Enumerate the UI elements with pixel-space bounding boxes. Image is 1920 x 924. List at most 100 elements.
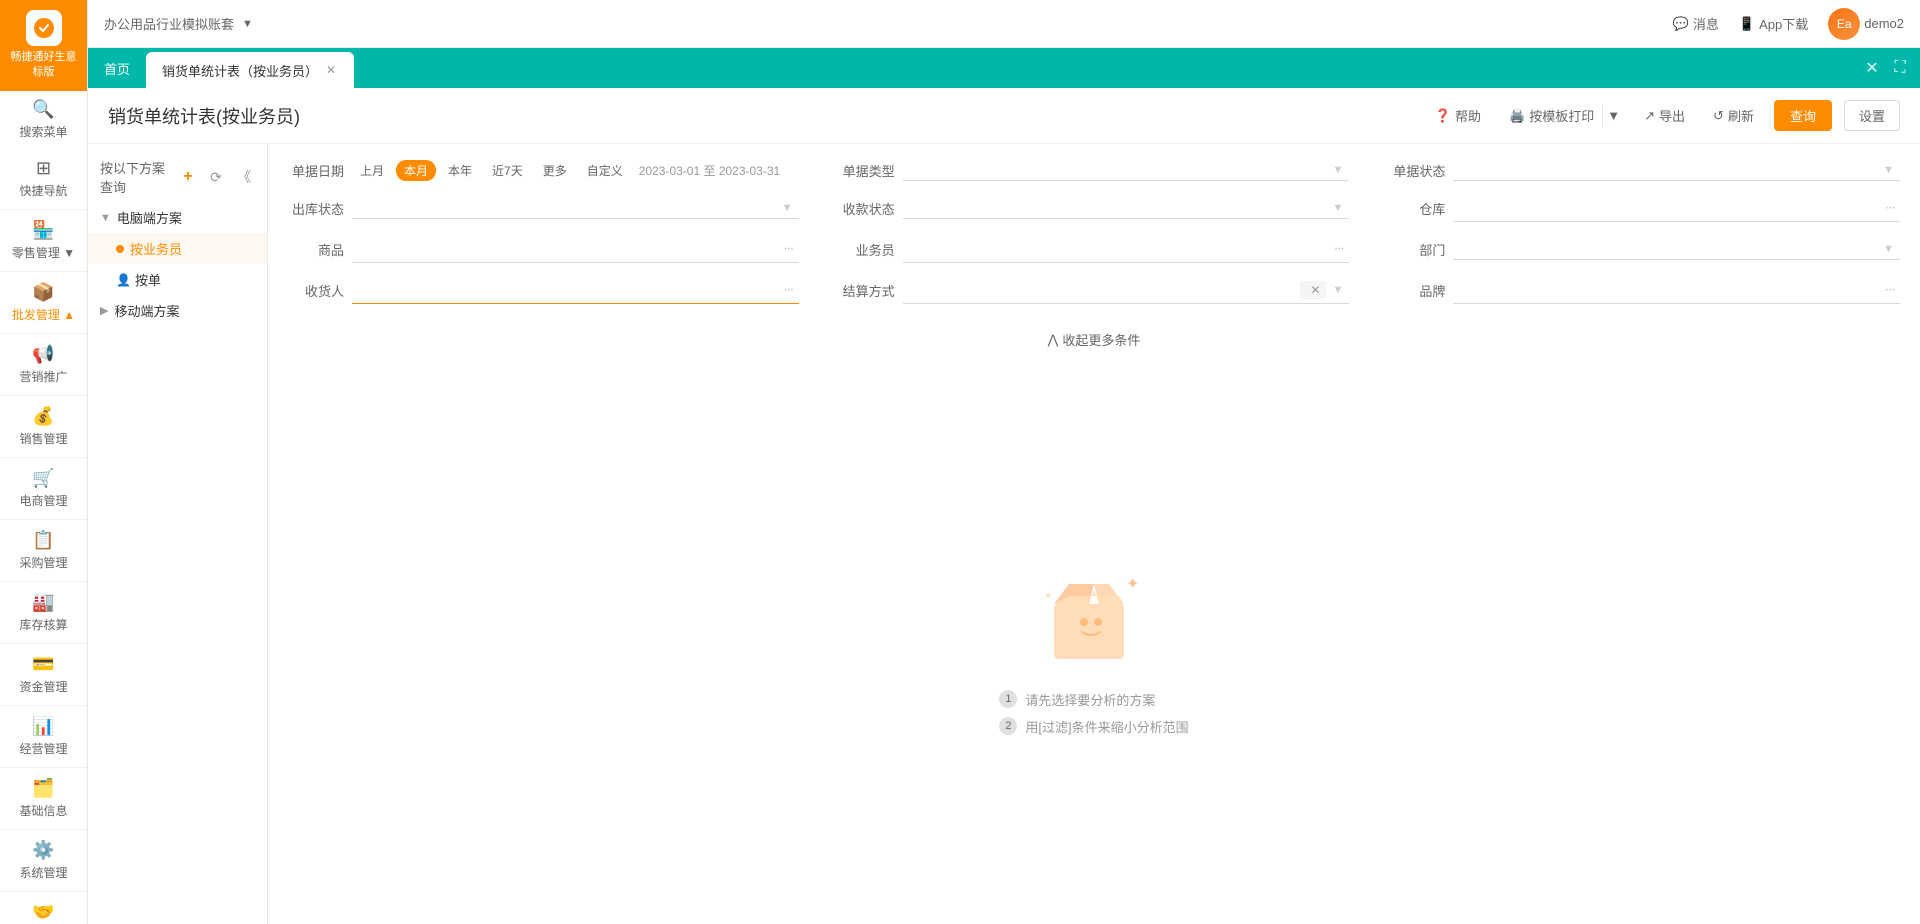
- refresh-btn[interactable]: ↺ 刷新: [1705, 102, 1762, 129]
- finance-label: 资金管理: [19, 678, 67, 695]
- export-btn[interactable]: ↗ 导出: [1636, 102, 1693, 129]
- settlement-select[interactable]: ✕ ▼: [903, 277, 1350, 304]
- account-name: 办公用品行业模拟账套: [104, 14, 234, 33]
- sidebar-item-ecommerce[interactable]: 🛒 电商管理: [0, 458, 87, 520]
- page-container: 销货单统计表(按业务员) ❓ 帮助 🖨️ 按模板打印 ▼ ↗: [88, 88, 1920, 924]
- app-download-btn[interactable]: 📱 App下载: [1739, 14, 1808, 33]
- collapse-btn[interactable]: ⋀ 收起更多条件: [1036, 326, 1153, 353]
- date-tab-custom[interactable]: 自定义: [579, 160, 631, 181]
- print-btn[interactable]: 🖨️ 按模板打印: [1501, 102, 1602, 129]
- sidebar-item-marketing[interactable]: 📢 营销推广: [0, 334, 87, 396]
- sidebar-logo[interactable]: 畅捷通好生意 标版: [0, 0, 88, 91]
- tab-close-all-btn[interactable]: ✕: [1860, 56, 1884, 80]
- help-btn[interactable]: ❓ 帮助: [1427, 102, 1489, 129]
- print-label: 按模板打印: [1529, 106, 1594, 125]
- tab-bar: 首页 销货单统计表（按业务员） ✕ ✕ ⛶: [88, 48, 1920, 88]
- home-label: 首页: [104, 59, 130, 78]
- sidebar-search-item[interactable]: 🔍 搜索菜单: [0, 91, 87, 148]
- sidebar-logo-text: 畅捷通好生意 标版: [6, 50, 82, 81]
- help-icon: ❓: [1435, 108, 1451, 124]
- payment-label: 收款状态: [839, 199, 895, 218]
- settings-btn[interactable]: 设置: [1844, 100, 1900, 131]
- search-label: 搜索菜单: [4, 123, 83, 140]
- panel-group-mobile-header[interactable]: ▶ 移动端方案: [88, 295, 267, 326]
- collapse-row: ⋀ 收起更多条件: [288, 318, 1900, 365]
- receiver-more-icon: ···: [783, 281, 793, 299]
- warehouse-more-icon: ···: [1884, 199, 1894, 217]
- goods-select[interactable]: ···: [352, 236, 799, 263]
- chevron-down-icon: ▼: [100, 212, 111, 224]
- svg-text:✦: ✦: [1044, 591, 1052, 602]
- refresh-scheme-btn[interactable]: ⟳: [205, 166, 227, 188]
- dept-select[interactable]: ▼: [1453, 239, 1900, 260]
- panel-group-pc-header[interactable]: ▼ 电脑端方案: [88, 202, 267, 233]
- page-title: 销货单统计表(按业务员): [108, 103, 300, 129]
- phone-icon: 📱: [1739, 16, 1755, 32]
- salesman-more-icon: ···: [1333, 240, 1343, 258]
- payment-select[interactable]: ▼: [903, 198, 1350, 219]
- avatar: Ea: [1828, 8, 1860, 40]
- receiver-select[interactable]: ···: [352, 277, 799, 304]
- settlement-arrow-icon: ▼: [1332, 284, 1343, 296]
- tab-sales-stat[interactable]: 销货单统计表（按业务员） ✕: [146, 52, 354, 88]
- sidebar-item-retail[interactable]: 🏪 零售管理 ▼: [0, 210, 87, 272]
- logo-icon: [26, 10, 62, 46]
- print-dropdown-arrow[interactable]: ▼: [1602, 104, 1624, 127]
- sidebar-item-finance[interactable]: 💳 资金管理: [0, 644, 87, 706]
- salesman-select[interactable]: ···: [903, 236, 1350, 263]
- date-filter: 上月 本月 本年 近7天 更多 自定义 2023-03-01 至 2023-03…: [352, 160, 780, 181]
- panel-item-by-bill[interactable]: 👤 按单: [88, 264, 267, 295]
- filter-row-4: 收货人 ··· 结算方式: [288, 277, 1900, 304]
- date-tab-this-year[interactable]: 本年: [440, 160, 480, 181]
- tab-home[interactable]: 首页: [88, 48, 146, 88]
- filter-item-bill-status: 单据状态 ▼: [1389, 160, 1900, 181]
- empty-tips: 1 请先选择要分析的方案 2 用[过滤]条件来缩小分析范围: [999, 690, 1188, 736]
- sidebar-item-purchase[interactable]: 📋 采购管理: [0, 520, 87, 582]
- tip-num-1: 1: [999, 690, 1017, 708]
- marketing-icon: 📢: [32, 344, 54, 365]
- sidebar-item-sales[interactable]: 💰 销售管理: [0, 396, 87, 458]
- empty-state: ✦ ✦ 1 请先选择要分析的方案: [268, 365, 1920, 924]
- message-icon: 💬: [1673, 16, 1689, 32]
- tab-expand-btn[interactable]: ⛶: [1888, 56, 1912, 80]
- account-switcher[interactable]: 办公用品行业模拟账套 ▼: [104, 14, 253, 33]
- message-btn[interactable]: 💬 消息: [1673, 14, 1719, 33]
- operation-icon: 📊: [32, 716, 54, 737]
- bill-status-select[interactable]: ▼: [1453, 160, 1900, 181]
- user-profile-btn[interactable]: Ea demo2: [1828, 8, 1904, 40]
- sidebar-item-inventory[interactable]: 🏭 库存核算: [0, 582, 87, 644]
- date-tab-this-month[interactable]: 本月: [396, 160, 436, 181]
- date-range-text: 2023-03-01 至 2023-03-31: [639, 162, 780, 179]
- brand-select[interactable]: ···: [1453, 277, 1900, 304]
- sidebar-item-wholesale[interactable]: 📦 批发管理 ▲: [0, 272, 87, 334]
- sidebar-item-basic[interactable]: 🗂️ 基础信息: [0, 768, 87, 830]
- sidebar-item-system[interactable]: ⚙️ 系统管理: [0, 830, 87, 892]
- filter-item-date: 单据日期 上月 本月 本年 近7天 更多 自定义: [288, 160, 799, 181]
- print-icon: 🖨️: [1509, 108, 1525, 124]
- panel-item-sales-rep[interactable]: 按业务员: [88, 233, 267, 264]
- query-btn[interactable]: 查询: [1774, 100, 1832, 131]
- sidebar-item-quick-nav[interactable]: ⊞ 快捷导航: [0, 148, 87, 210]
- sidebar-item-enterprise[interactable]: 🤝 企业协同: [0, 892, 87, 924]
- collapse-panel-btn[interactable]: 《: [233, 166, 255, 188]
- payment-arrow-icon: ▼: [1332, 202, 1343, 214]
- sidebar-item-operation[interactable]: 📊 经营管理: [0, 706, 87, 768]
- finance-icon: 💳: [32, 654, 54, 675]
- left-panel-title: 按以下方案查询: [100, 158, 177, 196]
- warehouse-select[interactable]: ···: [1453, 195, 1900, 222]
- date-tab-last-month[interactable]: 上月: [352, 160, 392, 181]
- date-tab-more[interactable]: 更多: [535, 160, 575, 181]
- message-label: 消息: [1693, 14, 1719, 33]
- tab-close-icon[interactable]: ✕: [324, 61, 338, 79]
- bill-type-select[interactable]: ▼: [903, 160, 1350, 181]
- sales-label: 销售管理: [19, 430, 67, 447]
- filter-item-payment: 收款状态 ▼: [839, 198, 1350, 219]
- add-scheme-btn[interactable]: +: [177, 166, 199, 188]
- stock-out-select[interactable]: ▼: [352, 198, 799, 219]
- settlement-tag-close[interactable]: ✕: [1310, 283, 1320, 297]
- tab-bar-actions: ✕ ⛶: [1860, 56, 1920, 80]
- page-header: 销货单统计表(按业务员) ❓ 帮助 🖨️ 按模板打印 ▼ ↗: [88, 88, 1920, 144]
- warehouse-label: 仓库: [1389, 199, 1445, 218]
- body-split: 按以下方案查询 + ⟳ 《 ▼ 电脑端方案: [88, 144, 1920, 924]
- date-tab-last-7[interactable]: 近7天: [484, 160, 531, 181]
